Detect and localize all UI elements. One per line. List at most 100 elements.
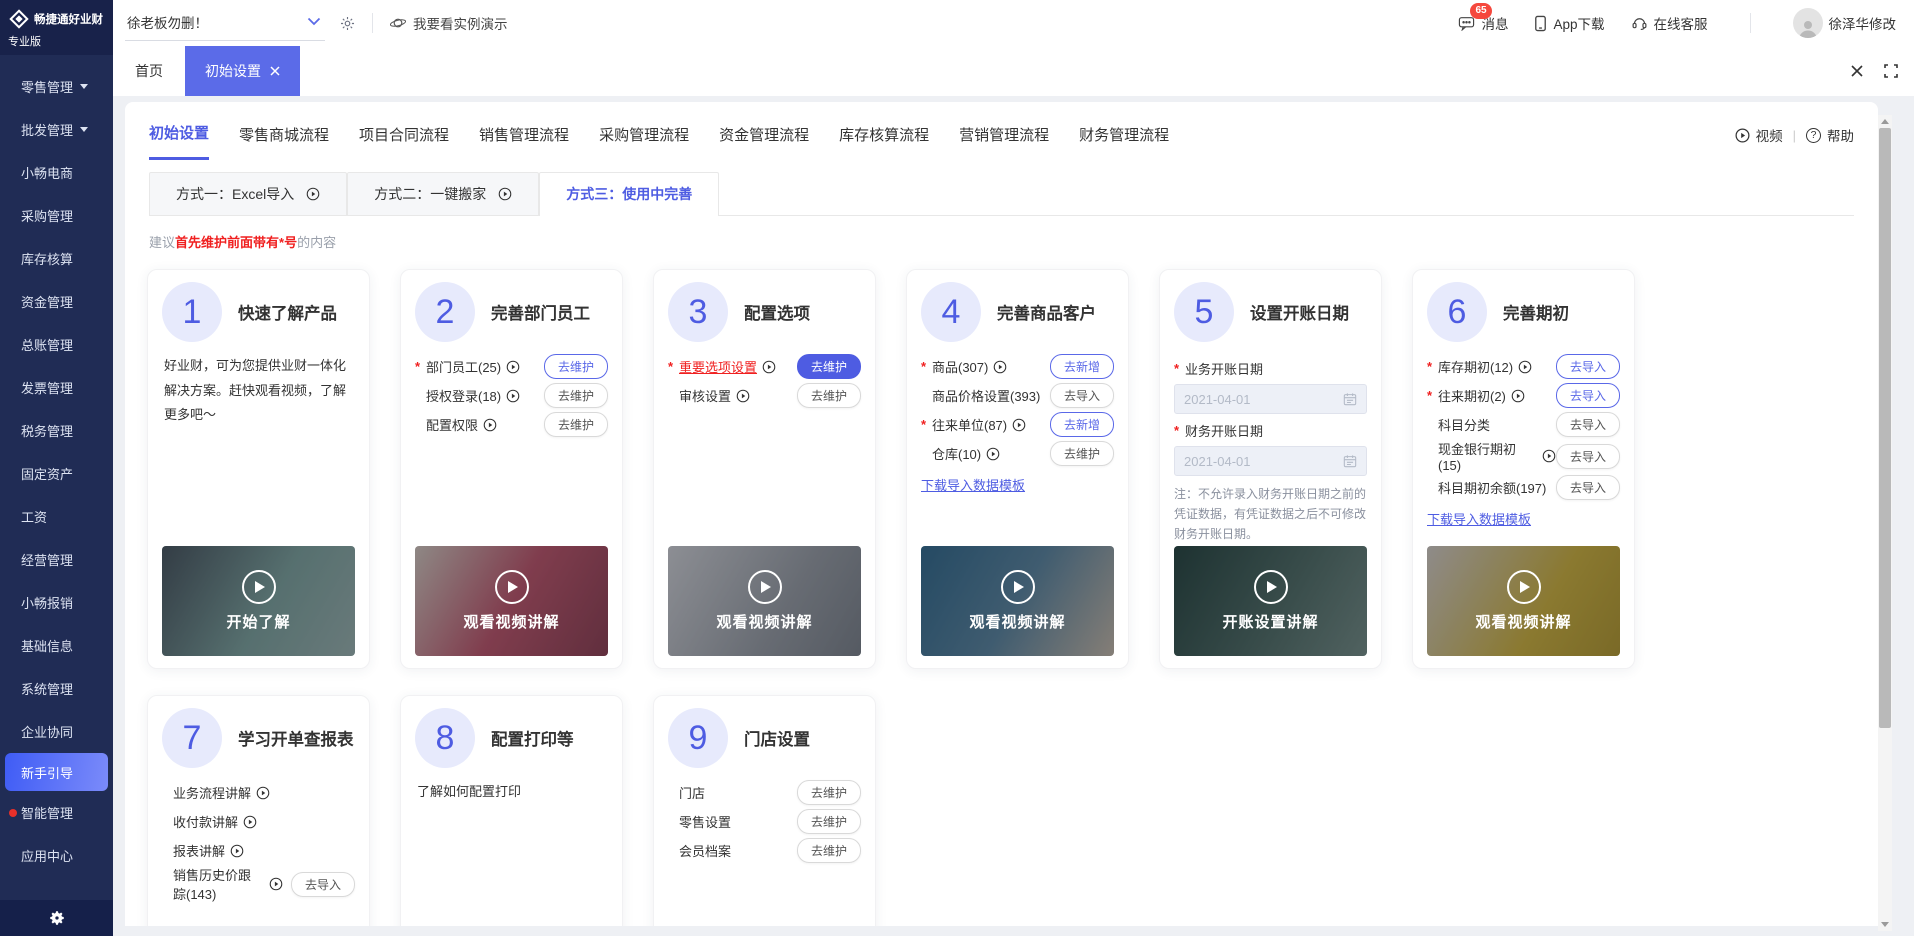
fullscreen-icon[interactable] bbox=[1884, 64, 1898, 78]
sidebar-item-18[interactable]: 智能管理 bbox=[0, 791, 113, 834]
action-button-去新增[interactable]: 去新增 bbox=[1049, 354, 1114, 379]
date-input[interactable]: 2021-04-01 bbox=[1174, 446, 1367, 476]
page-tab-8[interactable]: 营销管理流程 bbox=[959, 124, 1049, 159]
account-switcher[interactable]: 徐老板勿删！ bbox=[125, 6, 325, 41]
user-menu[interactable]: 徐泽华修改 bbox=[1792, 8, 1896, 38]
sidebar-item-15[interactable]: 系统管理 bbox=[0, 667, 113, 710]
play-circle-icon[interactable] bbox=[483, 418, 497, 432]
help-button[interactable]: ? 帮助 bbox=[1806, 125, 1854, 145]
page-tab-5[interactable]: 采购管理流程 bbox=[599, 124, 689, 159]
sidebar-item-17[interactable]: 新手引导 bbox=[5, 753, 108, 791]
action-button-去维护[interactable]: 去维护 bbox=[543, 412, 608, 437]
sidebar-item-7[interactable]: 总账管理 bbox=[0, 323, 113, 366]
action-button-去维护[interactable]: 去维护 bbox=[796, 383, 861, 408]
action-button-去维护[interactable]: 去维护 bbox=[543, 354, 608, 379]
method-tab-2[interactable]: 方式二：一键搬家 bbox=[347, 172, 540, 215]
play-circle-icon[interactable] bbox=[506, 389, 520, 403]
page-tab-7[interactable]: 库存核算流程 bbox=[839, 124, 929, 159]
action-button-去维护[interactable]: 去维护 bbox=[543, 383, 608, 408]
tab-home[interactable]: 首页 bbox=[113, 46, 185, 96]
action-button-去维护[interactable]: 去维护 bbox=[796, 354, 861, 379]
video-play-icon bbox=[494, 570, 529, 604]
video-thumbnail[interactable]: 观看视频讲解 bbox=[415, 546, 608, 656]
sidebar-item-8[interactable]: 发票管理 bbox=[0, 366, 113, 409]
app-download-button[interactable]: App下载 bbox=[1534, 13, 1605, 33]
card-header: 8 配置打印等 bbox=[415, 708, 608, 768]
page-tab-2[interactable]: 零售商城流程 bbox=[239, 124, 329, 159]
sidebar-item-3[interactable]: 小畅电商 bbox=[0, 151, 113, 194]
messages-button[interactable]: 65 消息 bbox=[1458, 3, 1508, 33]
video-thumbnail[interactable]: 观看视频讲解 bbox=[668, 546, 861, 656]
page-tab-3[interactable]: 项目合同流程 bbox=[359, 124, 449, 159]
video-thumbnail[interactable]: 观看视频讲解 bbox=[921, 546, 1114, 656]
sidebar-item-2[interactable]: 批发管理 bbox=[0, 108, 113, 151]
play-circle-icon[interactable] bbox=[506, 360, 520, 374]
play-circle-icon[interactable] bbox=[993, 360, 1007, 374]
sidebar-item-13[interactable]: 小畅报销 bbox=[0, 581, 113, 624]
sidebar-item-9[interactable]: 税务管理 bbox=[0, 409, 113, 452]
action-button-去导入[interactable]: 去导入 bbox=[1555, 443, 1620, 469]
settings-gear-icon[interactable] bbox=[48, 909, 66, 927]
play-circle-icon[interactable] bbox=[762, 360, 776, 374]
action-button-去导入[interactable]: 去导入 bbox=[1555, 383, 1620, 408]
video-button[interactable]: 视频 bbox=[1735, 125, 1783, 145]
sidebar-item-1[interactable]: 零售管理 bbox=[0, 65, 113, 108]
card-header: 7 学习开单查报表 bbox=[162, 708, 355, 768]
play-circle-icon[interactable] bbox=[986, 447, 1000, 461]
download-template-link[interactable]: 下载导入数据模板 bbox=[921, 475, 1114, 494]
method-tab-1[interactable]: 方式一：Excel导入 bbox=[149, 172, 348, 215]
method-tab-3[interactable]: 方式三：使用中完善 bbox=[539, 172, 720, 216]
play-circle-icon[interactable] bbox=[1518, 360, 1532, 374]
demo-link[interactable]: 我要看实例演示 bbox=[389, 13, 508, 33]
sidebar-item-14[interactable]: 基础信息 bbox=[0, 624, 113, 667]
scrollbar-thumb[interactable] bbox=[1879, 128, 1891, 728]
video-thumbnail[interactable]: 开始了解 bbox=[162, 546, 355, 656]
play-circle-icon[interactable] bbox=[1542, 449, 1556, 463]
sidebar-item-12[interactable]: 经营管理 bbox=[0, 538, 113, 581]
sidebar-item-10[interactable]: 固定资产 bbox=[0, 452, 113, 495]
scroll-up-arrow[interactable] bbox=[1881, 119, 1889, 124]
expand-arrow-icon bbox=[80, 127, 89, 132]
action-button-去维护[interactable]: 去维护 bbox=[796, 809, 861, 834]
action-button-去维护[interactable]: 去维护 bbox=[796, 838, 861, 863]
vertical-scrollbar[interactable] bbox=[1878, 115, 1892, 931]
play-circle-icon[interactable] bbox=[230, 844, 244, 858]
date-input[interactable]: 2021-04-01 bbox=[1174, 384, 1367, 414]
play-circle-icon[interactable] bbox=[1511, 389, 1525, 403]
sidebar-item-4[interactable]: 采购管理 bbox=[0, 194, 113, 237]
action-button-去新增[interactable]: 去新增 bbox=[1049, 412, 1114, 437]
sidebar-item-19[interactable]: 应用中心 bbox=[0, 834, 113, 877]
close-all-icon[interactable] bbox=[1850, 64, 1864, 78]
page-tab-1[interactable]: 初始设置 bbox=[149, 122, 210, 160]
video-thumbnail[interactable]: 观看视频讲解 bbox=[1427, 546, 1620, 656]
tab-close-icon[interactable] bbox=[270, 66, 280, 76]
action-button-去导入[interactable]: 去导入 bbox=[1049, 383, 1114, 408]
card-item: 零售设置 去维护 bbox=[668, 807, 861, 836]
page-tab-4[interactable]: 销售管理流程 bbox=[479, 124, 569, 159]
sidebar-item-5[interactable]: 库存核算 bbox=[0, 237, 113, 280]
play-circle-icon[interactable] bbox=[736, 389, 750, 403]
download-template-link[interactable]: 下载导入数据模板 bbox=[1427, 509, 1620, 528]
sidebar-item-16[interactable]: 企业协同 bbox=[0, 710, 113, 753]
action-button-去导入[interactable]: 去导入 bbox=[1555, 412, 1620, 437]
online-service-button[interactable]: 在线客服 bbox=[1631, 13, 1708, 33]
action-button-去维护[interactable]: 去维护 bbox=[796, 780, 861, 805]
item-label[interactable]: 重要选项设置 bbox=[679, 357, 757, 376]
tab-initial-setup[interactable]: 初始设置 bbox=[185, 46, 300, 96]
item-label: 报表讲解 bbox=[173, 844, 226, 859]
play-circle-icon[interactable] bbox=[243, 815, 257, 829]
account-settings-gear-icon[interactable] bbox=[339, 15, 356, 32]
sidebar-item-6[interactable]: 资金管理 bbox=[0, 280, 113, 323]
page-tab-9[interactable]: 财务管理流程 bbox=[1079, 124, 1169, 159]
play-circle-icon[interactable] bbox=[269, 877, 283, 891]
play-circle-icon[interactable] bbox=[1012, 418, 1026, 432]
scroll-down-arrow[interactable] bbox=[1881, 922, 1889, 927]
action-button-去导入[interactable]: 去导入 bbox=[1555, 354, 1620, 379]
action-button-去导入[interactable]: 去导入 bbox=[290, 871, 355, 897]
play-circle-icon[interactable] bbox=[256, 786, 270, 800]
action-button-去导入[interactable]: 去导入 bbox=[1555, 475, 1620, 500]
sidebar-item-11[interactable]: 工资 bbox=[0, 495, 113, 538]
action-button-去维护[interactable]: 去维护 bbox=[1049, 441, 1114, 466]
page-tab-6[interactable]: 资金管理流程 bbox=[719, 124, 809, 159]
video-thumbnail[interactable]: 开账设置讲解 bbox=[1174, 546, 1367, 656]
